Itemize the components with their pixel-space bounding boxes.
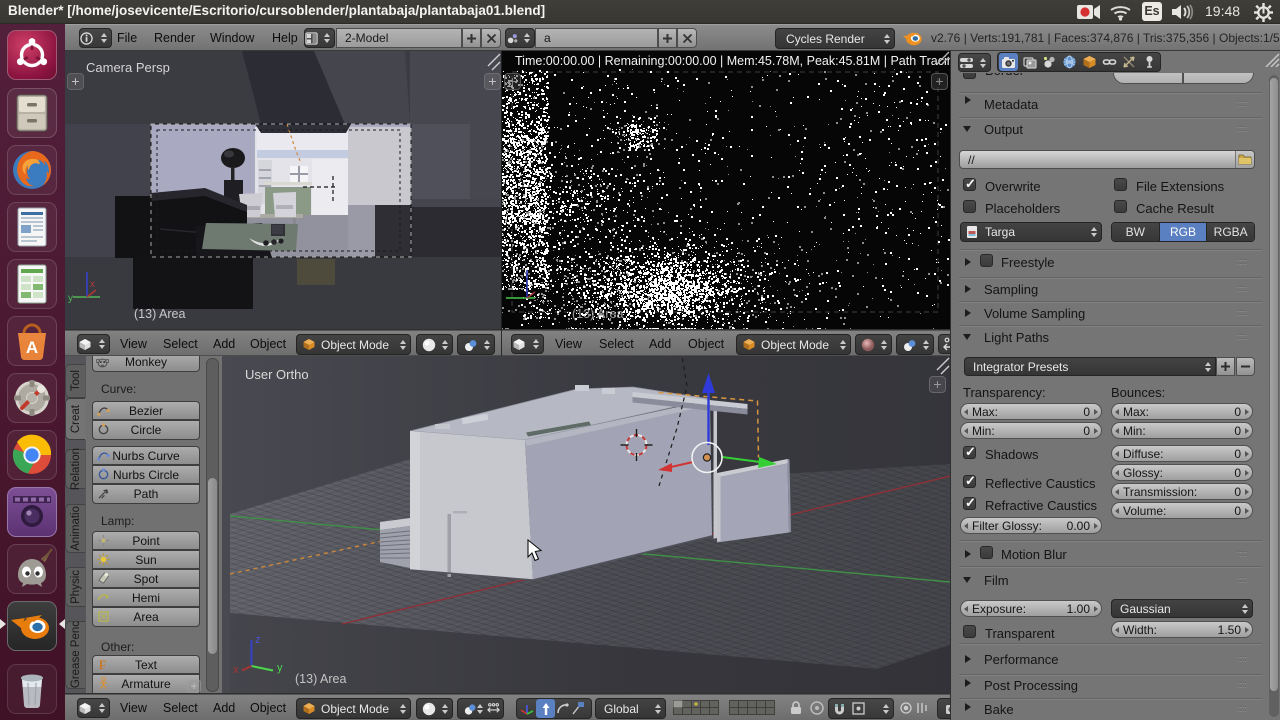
svg-text:y: y bbox=[68, 293, 73, 304]
svg-text:A: A bbox=[26, 338, 38, 357]
svg-text:x: x bbox=[90, 279, 95, 290]
svg-text:x: x bbox=[233, 664, 239, 676]
svg-text:F: F bbox=[99, 658, 106, 671]
svg-text:y: y bbox=[277, 662, 283, 674]
svg-text:z: z bbox=[255, 634, 261, 646]
